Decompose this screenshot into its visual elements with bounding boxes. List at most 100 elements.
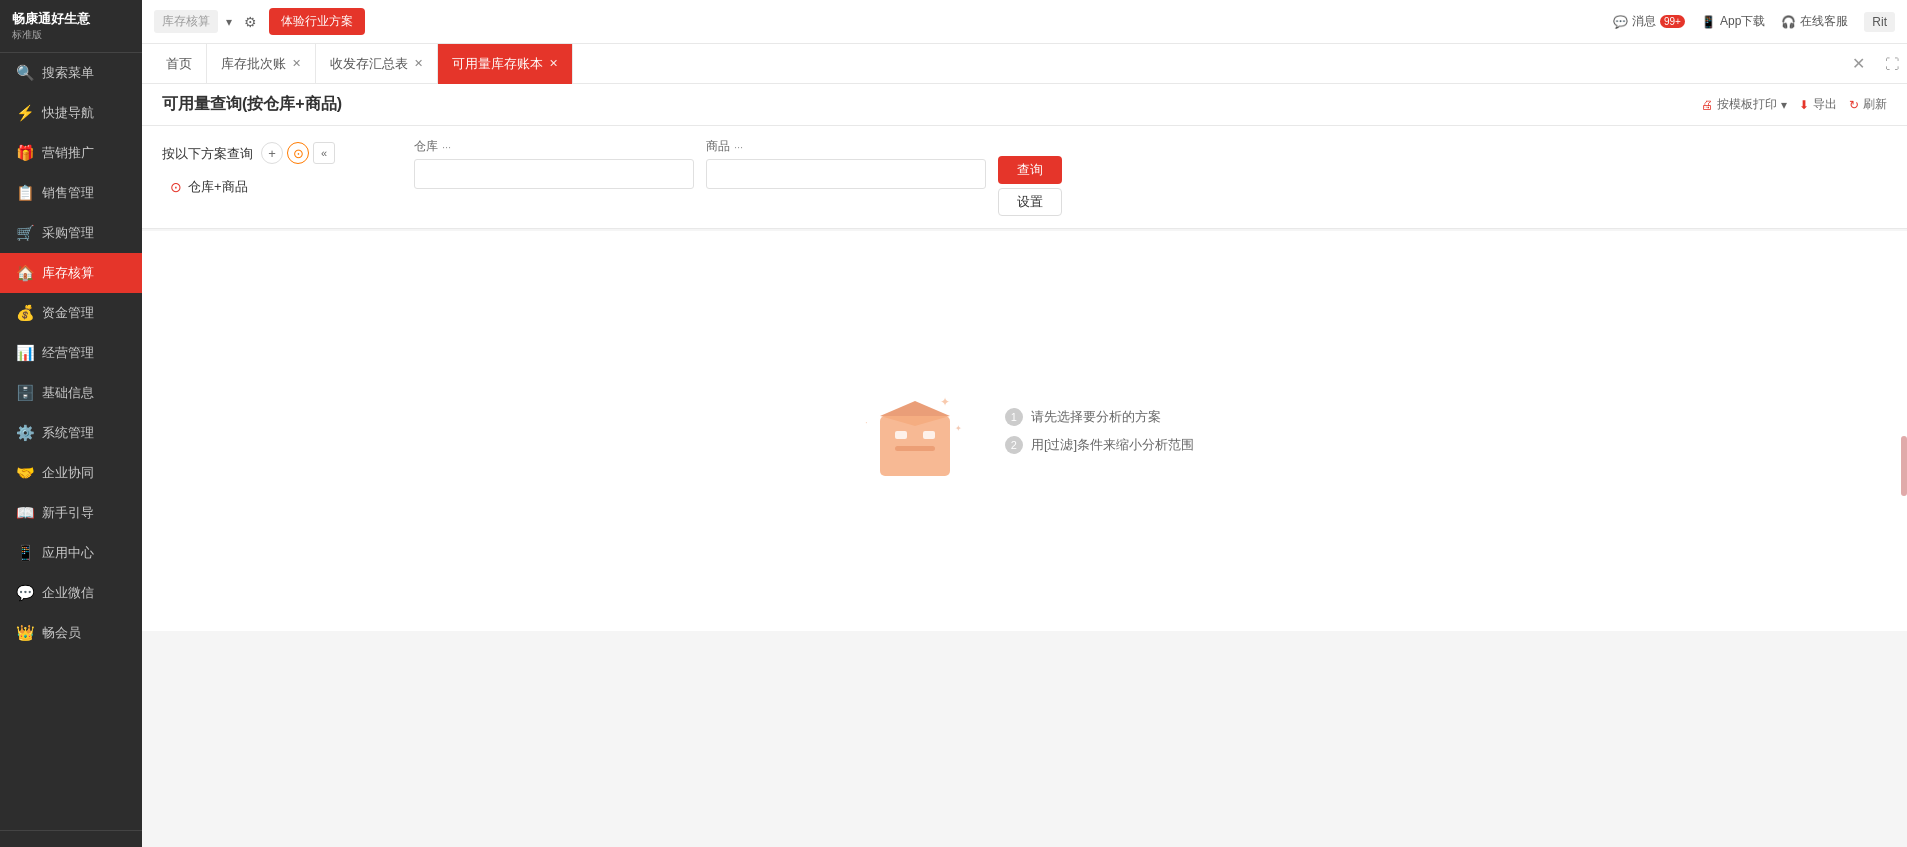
sidebar-item-member[interactable]: 👑 畅会员 [0, 613, 142, 653]
sidebar-item-sales[interactable]: 📋 销售管理 [0, 173, 142, 213]
tab-batch-account[interactable]: 库存批次账 ✕ [207, 44, 316, 84]
topbar-app-download[interactable]: 📱 App下载 [1701, 13, 1765, 30]
mobile-app-icon: 📱 [1701, 15, 1716, 29]
handshake-icon: 🤝 [16, 464, 34, 482]
empty-tips: 1 请先选择要分析的方案 2 用[过滤]条件来缩小分析范围 [1005, 408, 1194, 454]
scheme-item-warehouse-goods[interactable]: ⊙ 仓库+商品 [162, 174, 382, 200]
money-icon: 💰 [16, 304, 34, 322]
topbar-user[interactable]: Rit [1864, 12, 1895, 32]
tab-home[interactable]: 首页 [152, 44, 207, 84]
tab-batch-label: 库存批次账 [221, 55, 286, 73]
tab-stock-summary[interactable]: 收发存汇总表 ✕ [316, 44, 438, 84]
filter-actions: 查询 设置 [998, 138, 1062, 216]
sidebar-item-label: 企业协同 [42, 464, 94, 482]
topbar: 库存核算 ▾ ⚙ 体验行业方案 💬 消息 99+ 📱 App下载 🎧 在线客服 … [142, 0, 1907, 44]
query-panel: 按以下方案查询 + ⊙ « ⊙ 仓库+商品 [142, 126, 1907, 229]
headset-icon: 🎧 [1781, 15, 1796, 29]
svg-text:·: · [865, 417, 868, 428]
scheme-label: 按以下方案查询 [162, 139, 253, 163]
topbar-online-service[interactable]: 🎧 在线客服 [1781, 13, 1848, 30]
sidebar-item-collab[interactable]: 🤝 企业协同 [0, 453, 142, 493]
refresh-btn[interactable]: ↻ 刷新 [1849, 96, 1887, 113]
sidebar-item-label: 销售管理 [42, 184, 94, 202]
chat-icon: 💬 [16, 584, 34, 602]
mobile-icon: 📱 [16, 544, 34, 562]
tab-available-close-icon[interactable]: ✕ [549, 57, 558, 70]
sidebar-item-appcenter[interactable]: 📱 应用中心 [0, 533, 142, 573]
tabbar-expand-icon[interactable]: ⛶ [1877, 56, 1907, 72]
goods-more-btn[interactable]: ··· [734, 141, 743, 153]
warehouse-input[interactable] [414, 159, 694, 189]
sidebar-item-basic[interactable]: 🗄️ 基础信息 [0, 373, 142, 413]
add-scheme-btn[interactable]: + [261, 142, 283, 164]
svg-text:✦: ✦ [955, 424, 962, 433]
sidebar-item-label: 营销推广 [42, 144, 94, 162]
sidebar-item-label: 采购管理 [42, 224, 94, 242]
tabbar: 首页 库存批次账 ✕ 收发存汇总表 ✕ 可用量库存账本 ✕ ✕ ⛶ [142, 44, 1907, 84]
sidebar-item-guide[interactable]: 📖 新手引导 [0, 493, 142, 533]
gear-icon: ⚙️ [16, 424, 34, 442]
sidebar-item-inventory[interactable]: 🏠 库存核算 [0, 253, 142, 293]
export-icon: ⬇ [1799, 98, 1809, 112]
svg-text:✦: ✦ [940, 395, 950, 409]
empty-tip-2: 2 用[过滤]条件来缩小分析范围 [1005, 436, 1194, 454]
print-dropdown-icon[interactable]: ▾ [1781, 98, 1787, 112]
query-btn[interactable]: 查询 [998, 156, 1062, 184]
empty-state-content: ✦ · ✦ 1 请先选择要分析的方案 2 用[过滤]条件来缩小分析范围 [855, 371, 1194, 491]
topbar-dropdown-icon[interactable]: ▾ [226, 15, 232, 29]
scheme-item-icon: ⊙ [170, 179, 182, 195]
cart-icon: 🛒 [16, 224, 34, 242]
warehouse-label-text: 仓库 [414, 138, 438, 155]
collapse-btn[interactable]: « [313, 142, 335, 164]
sidebar-item-search[interactable]: 🔍 搜索菜单 [0, 53, 142, 93]
export-label: 导出 [1813, 96, 1837, 113]
sidebar-item-label: 搜索菜单 [42, 64, 94, 82]
topbar-message[interactable]: 💬 消息 99+ [1613, 13, 1685, 30]
tip-text-2: 用[过滤]条件来缩小分析范围 [1031, 436, 1194, 454]
goods-label: 商品 ··· [706, 138, 986, 155]
tabbar-close-all-icon[interactable]: ✕ [1840, 54, 1877, 73]
tab-available-stock[interactable]: 可用量库存账本 ✕ [438, 44, 573, 84]
print-template-btn[interactable]: 🖨 按模板打印 ▾ [1701, 96, 1787, 113]
filter-field-warehouse: 仓库 ··· [414, 138, 694, 189]
tip-num-1: 1 [1005, 408, 1023, 426]
empty-tip-1: 1 请先选择要分析的方案 [1005, 408, 1194, 426]
sidebar-item-label: 应用中心 [42, 544, 94, 562]
sidebar-item-system[interactable]: ⚙️ 系统管理 [0, 413, 142, 453]
scheme-settings-btn[interactable]: ⊙ [287, 142, 309, 164]
sidebar-item-label: 资金管理 [42, 304, 94, 322]
main-area: 库存核算 ▾ ⚙ 体验行业方案 💬 消息 99+ 📱 App下载 🎧 在线客服 … [142, 0, 1907, 847]
sidebar-item-fund[interactable]: 💰 资金管理 [0, 293, 142, 333]
print-icon: 🖨 [1701, 98, 1713, 112]
topbar-gear-icon[interactable]: ⚙ [240, 10, 261, 34]
tip-num-2: 2 [1005, 436, 1023, 454]
tab-batch-close-icon[interactable]: ✕ [292, 57, 301, 70]
warehouse-more-btn[interactable]: ··· [442, 141, 451, 153]
svg-rect-3 [895, 431, 907, 439]
sidebar-item-label: 企业微信 [42, 584, 94, 602]
sidebar-item-label: 新手引导 [42, 504, 94, 522]
sidebar-item-biz[interactable]: 📊 经营管理 [0, 333, 142, 373]
sidebar-scroll: 🔍 搜索菜单 ⚡ 快捷导航 🎁 营销推广 📋 销售管理 🛒 采购管理 🏠 库存核… [0, 53, 142, 830]
refresh-icon: ↻ [1849, 98, 1859, 112]
sidebar-item-label: 快捷导航 [42, 104, 94, 122]
app-version: 标准版 [12, 28, 130, 42]
sidebar-item-corpwechat[interactable]: 💬 企业微信 [0, 573, 142, 613]
message-icon: 💬 [1613, 15, 1628, 29]
book-icon: 📖 [16, 504, 34, 522]
export-btn[interactable]: ⬇ 导出 [1799, 96, 1837, 113]
gift-icon: 🎁 [16, 144, 34, 162]
empty-state: ✦ · ✦ 1 请先选择要分析的方案 2 用[过滤]条件来缩小分析范围 [142, 231, 1907, 631]
tab-stock-close-icon[interactable]: ✕ [414, 57, 423, 70]
scroll-indicator [1901, 436, 1907, 496]
topbar-right: 💬 消息 99+ 📱 App下载 🎧 在线客服 Rit [1613, 12, 1895, 32]
sidebar-item-shortcut[interactable]: ⚡ 快捷导航 [0, 93, 142, 133]
industry-btn[interactable]: 体验行业方案 [269, 8, 365, 35]
setting-btn[interactable]: 设置 [998, 188, 1062, 216]
sidebar-item-purchase[interactable]: 🛒 采购管理 [0, 213, 142, 253]
database-icon: 🗄️ [16, 384, 34, 402]
goods-input[interactable] [706, 159, 986, 189]
goods-label-text: 商品 [706, 138, 730, 155]
search-icon: 🔍 [16, 64, 34, 82]
sidebar-item-marketing[interactable]: 🎁 营销推广 [0, 133, 142, 173]
